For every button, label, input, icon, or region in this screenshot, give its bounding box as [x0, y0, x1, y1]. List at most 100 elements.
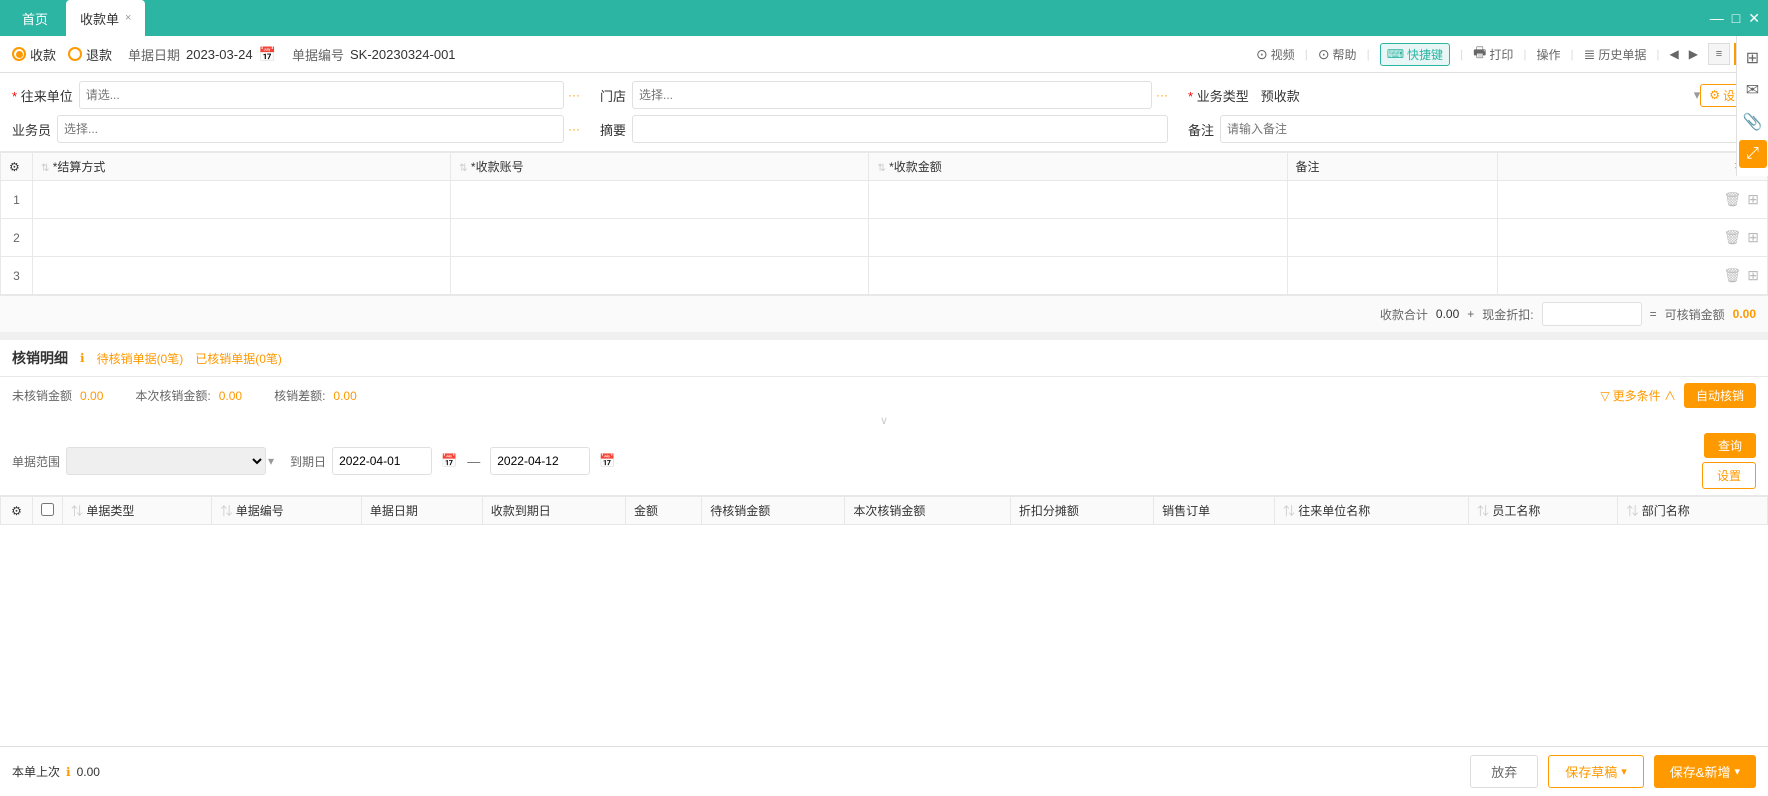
delete-icon-2[interactable]: 🗑 [1723, 229, 1741, 246]
save-new-btn[interactable]: 保存&新增 ▾ [1654, 755, 1756, 788]
form-row-1: * 往来单位 ··· 门店 ··· * 业务类型 预收款 ▾ [12, 81, 1756, 109]
td-account-3[interactable] [451, 257, 869, 295]
this-check-label: 本次核销金额: [135, 387, 210, 404]
shortcut-icon: ⌨ [1387, 47, 1404, 61]
settings-icon: ⚙ [9, 160, 20, 174]
td-settlement-3[interactable] [33, 257, 451, 295]
number-label: 单据编号 [292, 45, 344, 64]
nav-right-icon[interactable]: ▶ [1689, 47, 1698, 61]
search-set-btn[interactable]: 设置 [1702, 462, 1756, 489]
window-close-icon[interactable]: ✕ [1748, 10, 1760, 27]
dt-checkbox-header[interactable] [33, 497, 63, 525]
counterpart-more-icon[interactable]: ··· [568, 88, 580, 102]
delete-icon-3[interactable]: 🗑 [1723, 267, 1741, 284]
auto-offset-btn[interactable]: 自动核销 [1684, 383, 1756, 408]
th-remark: 备注 [1287, 153, 1498, 181]
clip-icon: 📎 [1743, 112, 1763, 132]
right-panel-expand-icon[interactable]: ⤢ [1739, 140, 1767, 168]
discount-input[interactable] [1542, 302, 1642, 326]
date-from-calendar-icon[interactable]: 📅 [441, 453, 457, 469]
filter-collapse-arrow[interactable]: ∨ [0, 414, 1768, 427]
right-panel-mail-icon[interactable]: ✉ [1739, 76, 1767, 104]
dt-th-type: ⇅ 单据类型 [63, 497, 212, 525]
completed-tab[interactable]: 已核销单据(0笔) [195, 350, 282, 367]
copy-icon-2[interactable]: ⊞ [1747, 229, 1759, 246]
right-panel-table-icon[interactable]: ⊞ [1739, 44, 1767, 72]
dt-select-all-checkbox[interactable] [41, 503, 54, 516]
td-settlement-1[interactable] [33, 181, 451, 219]
shop-label: 门店 [600, 86, 626, 105]
td-account-1[interactable] [451, 181, 869, 219]
td-remark-2[interactable] [1287, 219, 1498, 257]
td-account-2[interactable] [451, 219, 869, 257]
range-field: 单据范围 ▾ [12, 447, 274, 475]
bottom-info-icon[interactable]: ℹ [66, 765, 71, 779]
nav-left-icon[interactable]: ◀ [1670, 47, 1679, 61]
data-table-header: ⚙ ⇅ 单据类型 ⇅ 单据编号 单据日期 [1, 497, 1768, 525]
range-select-wrap: ▾ [66, 447, 274, 475]
last-label: 本单上次 [12, 763, 60, 780]
range-label: 单据范围 [12, 453, 60, 470]
radio-receipt[interactable]: 收款 [12, 45, 56, 64]
delete-icon-1[interactable]: 🗑 [1723, 191, 1741, 208]
td-action-3: 🗑 ⊞ [1498, 257, 1768, 295]
copy-icon-3[interactable]: ⊞ [1747, 267, 1759, 284]
date-from-input[interactable] [332, 447, 432, 475]
dt-settings-header[interactable]: ⚙ [1, 497, 33, 525]
tab-bar: 首页 收款单 × — □ ✕ [0, 0, 1768, 36]
right-panel-clip-icon[interactable]: 📎 [1739, 108, 1767, 136]
shop-input[interactable] [632, 81, 1152, 109]
help-btn[interactable]: ⊙ 帮助 [1318, 46, 1357, 63]
dt-th-sales-order: 销售订单 [1154, 497, 1275, 525]
th-account: ⇅ *收款账号 [451, 153, 869, 181]
sort-icon: ⇅ [1626, 504, 1638, 518]
salesperson-input[interactable] [57, 115, 564, 143]
range-dropdown-icon[interactable]: ▾ [268, 454, 274, 468]
date-to-calendar-icon[interactable]: 📅 [599, 453, 615, 469]
save-draft-btn[interactable]: 保存草稿 ▾ [1548, 755, 1644, 788]
print-btn[interactable]: 🖶 打印 [1473, 42, 1513, 66]
counterpart-input[interactable] [79, 81, 564, 109]
td-remark-1[interactable] [1287, 181, 1498, 219]
window-maximize-icon[interactable]: □ [1732, 10, 1740, 26]
date-to-input[interactable] [490, 447, 590, 475]
history-btn[interactable]: ≣ 历史单据 [1584, 46, 1647, 63]
abandon-btn[interactable]: 放弃 [1470, 755, 1538, 788]
info-icon[interactable]: ℹ [80, 351, 85, 365]
td-amount-3[interactable] [869, 257, 1287, 295]
query-btn[interactable]: 查询 [1704, 433, 1756, 458]
more-conditions-btn[interactable]: ▽ 更多条件 ∧ [1600, 387, 1676, 404]
filter-right: ▽ 更多条件 ∧ 自动核销 [1600, 383, 1756, 408]
td-settlement-2[interactable] [33, 219, 451, 257]
window-minimize-icon[interactable]: — [1710, 10, 1724, 26]
radio-refund[interactable]: 退款 [68, 45, 112, 64]
shop-more-icon[interactable]: ··· [1156, 88, 1168, 102]
range-select[interactable] [66, 447, 266, 475]
shortcut-btn[interactable]: ⌨ 快捷键 [1380, 43, 1450, 66]
view-list-icon[interactable]: ≡ [1708, 43, 1730, 65]
td-amount-1[interactable] [869, 181, 1287, 219]
copy-icon-1[interactable]: ⊞ [1747, 191, 1759, 208]
available-value: 0.00 [1733, 307, 1756, 321]
settings-header[interactable]: ⚙ [1, 153, 33, 181]
calendar-icon[interactable]: 📅 [259, 46, 276, 63]
operation-btn[interactable]: 操作 [1537, 46, 1561, 63]
td-amount-2[interactable] [869, 219, 1287, 257]
pending-tab[interactable]: 待核销单据(0笔) [97, 350, 184, 367]
tab-home[interactable]: 首页 [8, 0, 62, 36]
row-num-2: 2 [1, 219, 33, 257]
number-field: 单据编号 SK-20230324-001 [292, 45, 456, 64]
date-value: 2023-03-24 [186, 47, 253, 62]
tab-current[interactable]: 收款单 × [66, 0, 145, 36]
video-btn[interactable]: ⊙ 视频 [1256, 46, 1295, 63]
table-row: 3 🗑 ⊞ [1, 257, 1768, 295]
remark-input[interactable] [1220, 115, 1756, 143]
filter-icon: ▽ [1600, 389, 1609, 403]
radio-refund-label: 退款 [86, 45, 112, 64]
summary-input[interactable] [632, 115, 1168, 143]
bottom-bar: 本单上次 ℹ 0.00 放弃 保存草稿 ▾ 保存&新增 ▾ [0, 746, 1768, 796]
salesperson-more-icon[interactable]: ··· [568, 122, 580, 136]
td-remark-3[interactable] [1287, 257, 1498, 295]
tab-close-icon[interactable]: × [125, 12, 131, 24]
table-icon: ⊞ [1746, 48, 1759, 68]
